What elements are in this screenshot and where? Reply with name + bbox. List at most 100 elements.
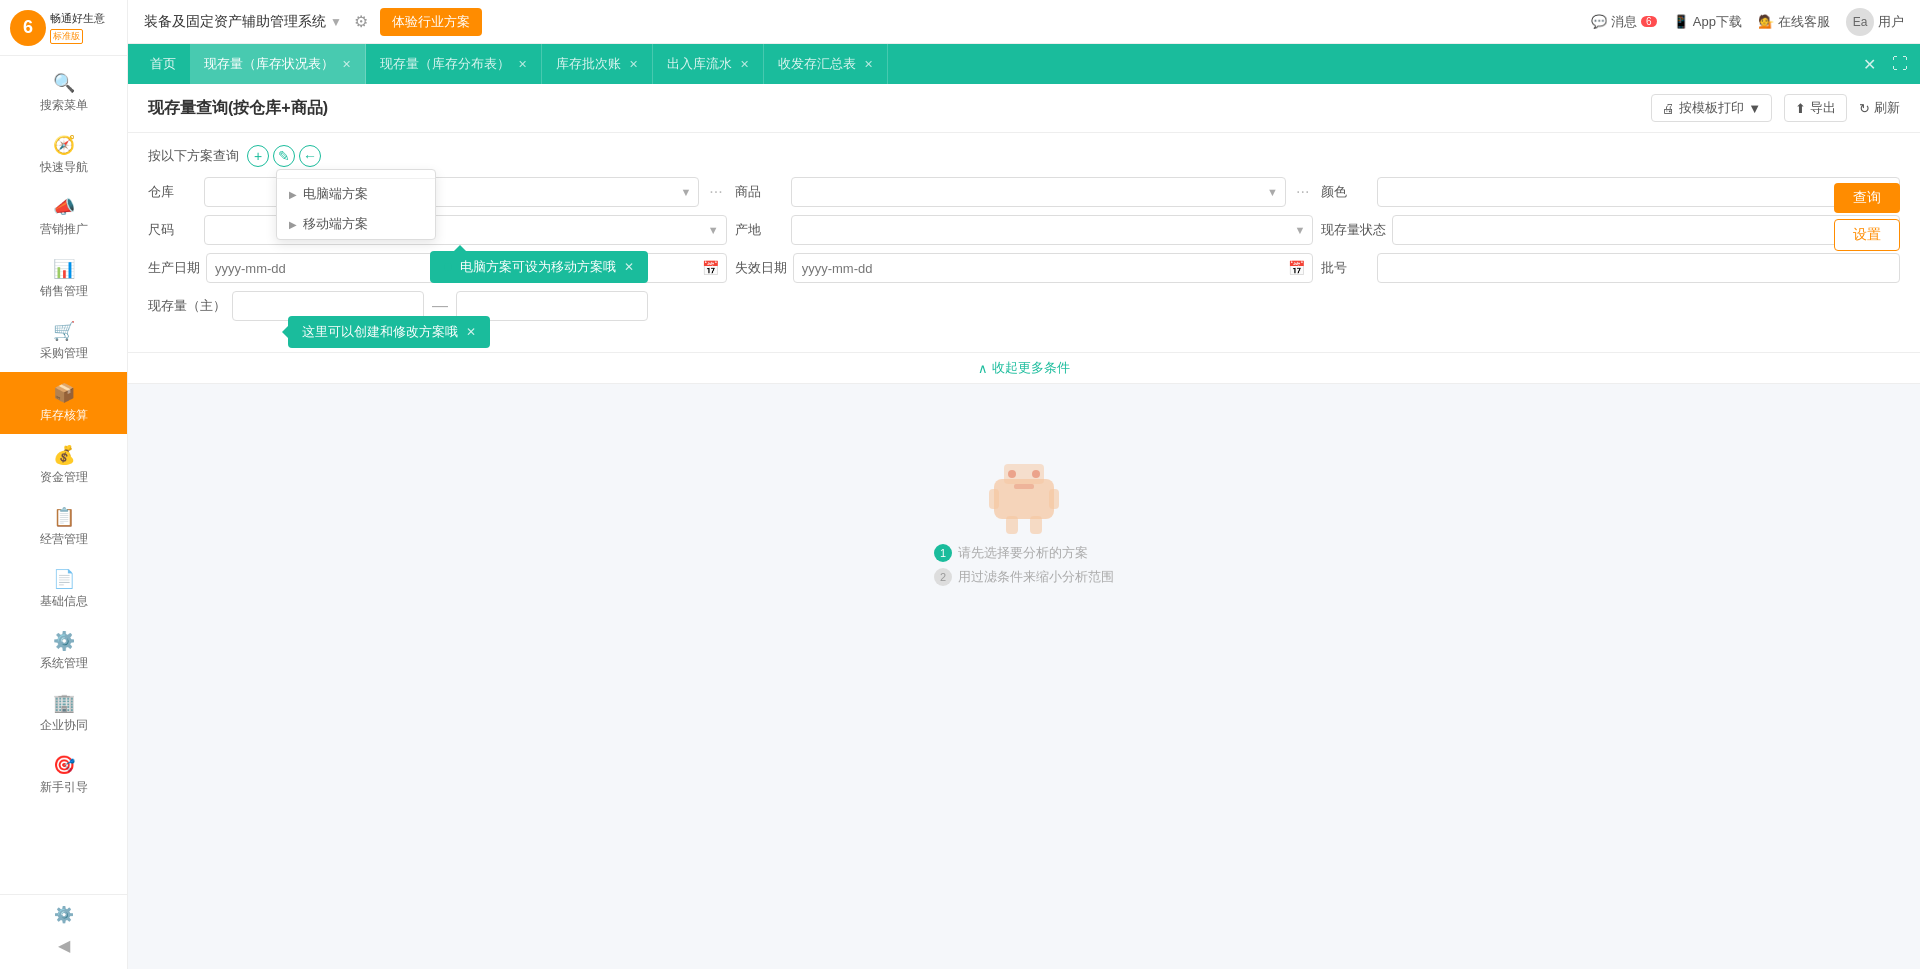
sidebar-item-system[interactable]: ⚙️ 系统管理 [0,620,127,682]
header-settings-icon[interactable]: ⚙ [354,12,368,31]
sidebar-item-label: 采购管理 [40,345,88,362]
stock-qty-label: 现存量（主） [148,297,226,315]
tab-home[interactable]: 首页 [136,44,190,84]
prod-date-label: 生产日期 [148,259,200,277]
search-icon: 🔍 [53,72,75,94]
sidebar-item-purchase[interactable]: 🛒 采购管理 [0,310,127,372]
sidebar-item-search[interactable]: 🔍 搜索菜单 [0,62,127,124]
size-label: 尺码 [148,221,198,239]
sidebar-item-finance[interactable]: 💰 资金管理 [0,434,127,496]
tooltip1-close[interactable]: ✕ [624,260,634,274]
origin-field: 产地 ▼ [735,215,1314,245]
quick-nav-icon: 🧭 [53,134,75,156]
search-btn[interactable]: 查询 [1834,183,1900,213]
tab-in-out-flow[interactable]: 出入库流水 ✕ [653,44,764,84]
industry-btn[interactable]: 体验行业方案 [380,8,482,36]
system-icon: ⚙️ [53,630,75,652]
sidebar-item-label: 快速导航 [40,159,88,176]
logo-icon: 6 [10,10,46,46]
tab-inventory-status[interactable]: 现存量（库存状况表） ✕ [190,44,366,84]
system-title-dropdown[interactable]: 装备及固定资产辅助管理系统 ▼ [144,13,342,31]
edit-icon: ✎ [278,148,290,164]
marketing-icon: 📣 [53,196,75,218]
expire-date-field: 失效日期 📅 [735,253,1314,283]
sidebar-settings-btn[interactable]: ⚙️ [54,905,74,924]
notification-icon: 💬 [1591,14,1607,29]
filter-edit-btn[interactable]: ✎ [273,145,295,167]
sidebar-item-operation[interactable]: 📋 经营管理 [0,496,127,558]
settings-bottom-icon: ⚙️ [54,905,74,924]
filter-add-btn[interactable]: + [247,145,269,167]
sidebar-item-label: 资金管理 [40,469,88,486]
dropdown-chevron-icon: ▼ [330,15,342,29]
export-btn[interactable]: ⬆ 导出 [1784,94,1847,122]
tab-close-all-icon[interactable]: ✕ [1859,51,1880,78]
sidebar-item-guide[interactable]: 🎯 新手引导 [0,744,127,806]
tab-close-icon[interactable]: ✕ [629,58,638,71]
calendar-icon2[interactable]: 📅 [1288,260,1305,276]
warehouse-dots-icon[interactable]: ··· [705,183,726,201]
size-field: 尺码 ▼ [148,215,727,245]
calendar-icon[interactable]: 📅 [702,260,719,276]
color-select[interactable] [1377,177,1900,207]
sidebar-item-enterprise[interactable]: 🏢 企业协同 [0,682,127,744]
sidebar-item-inventory[interactable]: 📦 库存核算 [0,372,127,434]
svg-rect-4 [1014,484,1034,489]
tab-expand-icon[interactable]: ⛶ [1888,51,1912,77]
main-content: 装备及固定资产辅助管理系统 ▼ ⚙ 体验行业方案 💬 消息 6 📱 App下载 … [128,0,1920,969]
scheme-desktop-item[interactable]: ▶ 电脑端方案 [277,179,435,209]
empty-illustration [974,444,1074,534]
avatar: Ea [1846,8,1874,36]
tab-inventory-dist-label: 现存量（库存分布表） [380,55,510,73]
expire-date-input[interactable] [793,253,1314,283]
range-separator: — [428,297,452,315]
sidebar-item-label: 系统管理 [40,655,88,672]
empty-step1: 1 请先选择要分析的方案 [934,544,1088,562]
user-item[interactable]: Ea 用户 [1846,8,1904,36]
enterprise-icon: 🏢 [53,692,75,714]
color-field: 颜色 ▼ [1321,177,1900,207]
tab-collect-summary[interactable]: 收发存汇总表 ✕ [764,44,888,84]
scheme-mobile-item[interactable]: ▶ 移动端方案 [277,209,435,239]
app-download-item[interactable]: 📱 App下载 [1673,13,1742,31]
online-service-item[interactable]: 💁 在线客服 [1758,13,1830,31]
origin-select[interactable] [791,215,1314,245]
tab-close-icon[interactable]: ✕ [740,58,749,71]
sidebar-item-label: 经营管理 [40,531,88,548]
tab-close-icon[interactable]: ✕ [518,58,527,71]
sidebar-item-label: 新手引导 [40,779,88,796]
sidebar-item-marketing[interactable]: 📣 营销推广 [0,186,127,248]
collapse-up-icon: ∧ [978,361,988,376]
sidebar-item-quick-nav[interactable]: 🧭 快速导航 [0,124,127,186]
tab-bar: 首页 现存量（库存状况表） ✕ 现存量（库存分布表） ✕ 库存批次账 ✕ 出入库… [128,44,1920,84]
scheme-mobile-arrow-icon: ▶ [289,219,297,230]
tab-close-icon[interactable]: ✕ [342,58,351,71]
back-arrow-icon: ← [303,148,317,164]
batch-no-input[interactable] [1377,253,1900,283]
tab-close-icon[interactable]: ✕ [864,58,873,71]
collapse-bar[interactable]: ∧ 收起更多条件 [128,353,1920,384]
sidebar-item-sales[interactable]: 📊 销售管理 [0,248,127,310]
print-btn[interactable]: 🖨 按模板打印 ▼ [1651,94,1772,122]
stock-status-select[interactable] [1392,215,1900,245]
tab-batch-account-label: 库存批次账 [556,55,621,73]
logo-badge: 标准版 [50,29,83,44]
reset-btn[interactable]: 设置 [1834,219,1900,251]
sidebar-toggle-btn[interactable]: ◀ [50,932,78,959]
tooltip2-close[interactable]: ✕ [466,325,476,339]
scheme-desktop-label: 电脑端方案 [303,185,368,203]
tab-batch-account[interactable]: 库存批次账 ✕ [542,44,653,84]
service-icon: 💁 [1758,14,1774,29]
tab-inventory-dist[interactable]: 现存量（库存分布表） ✕ [366,44,542,84]
refresh-btn[interactable]: ↻ 刷新 [1859,99,1900,117]
goods-select[interactable] [791,177,1286,207]
goods-dots-icon[interactable]: ··· [1292,183,1313,201]
notification-item[interactable]: 💬 消息 6 [1591,13,1657,31]
empty-text2: 用过滤条件来缩小分析范围 [958,568,1114,586]
export-label: 导出 [1810,99,1836,117]
title-actions: 🖨 按模板打印 ▼ ⬆ 导出 ↻ 刷新 [1651,94,1900,122]
expire-date-label: 失效日期 [735,259,787,277]
filter-back-btn[interactable]: ← [299,145,321,167]
color-label: 颜色 [1321,183,1371,201]
sidebar-item-basic[interactable]: 📄 基础信息 [0,558,127,620]
